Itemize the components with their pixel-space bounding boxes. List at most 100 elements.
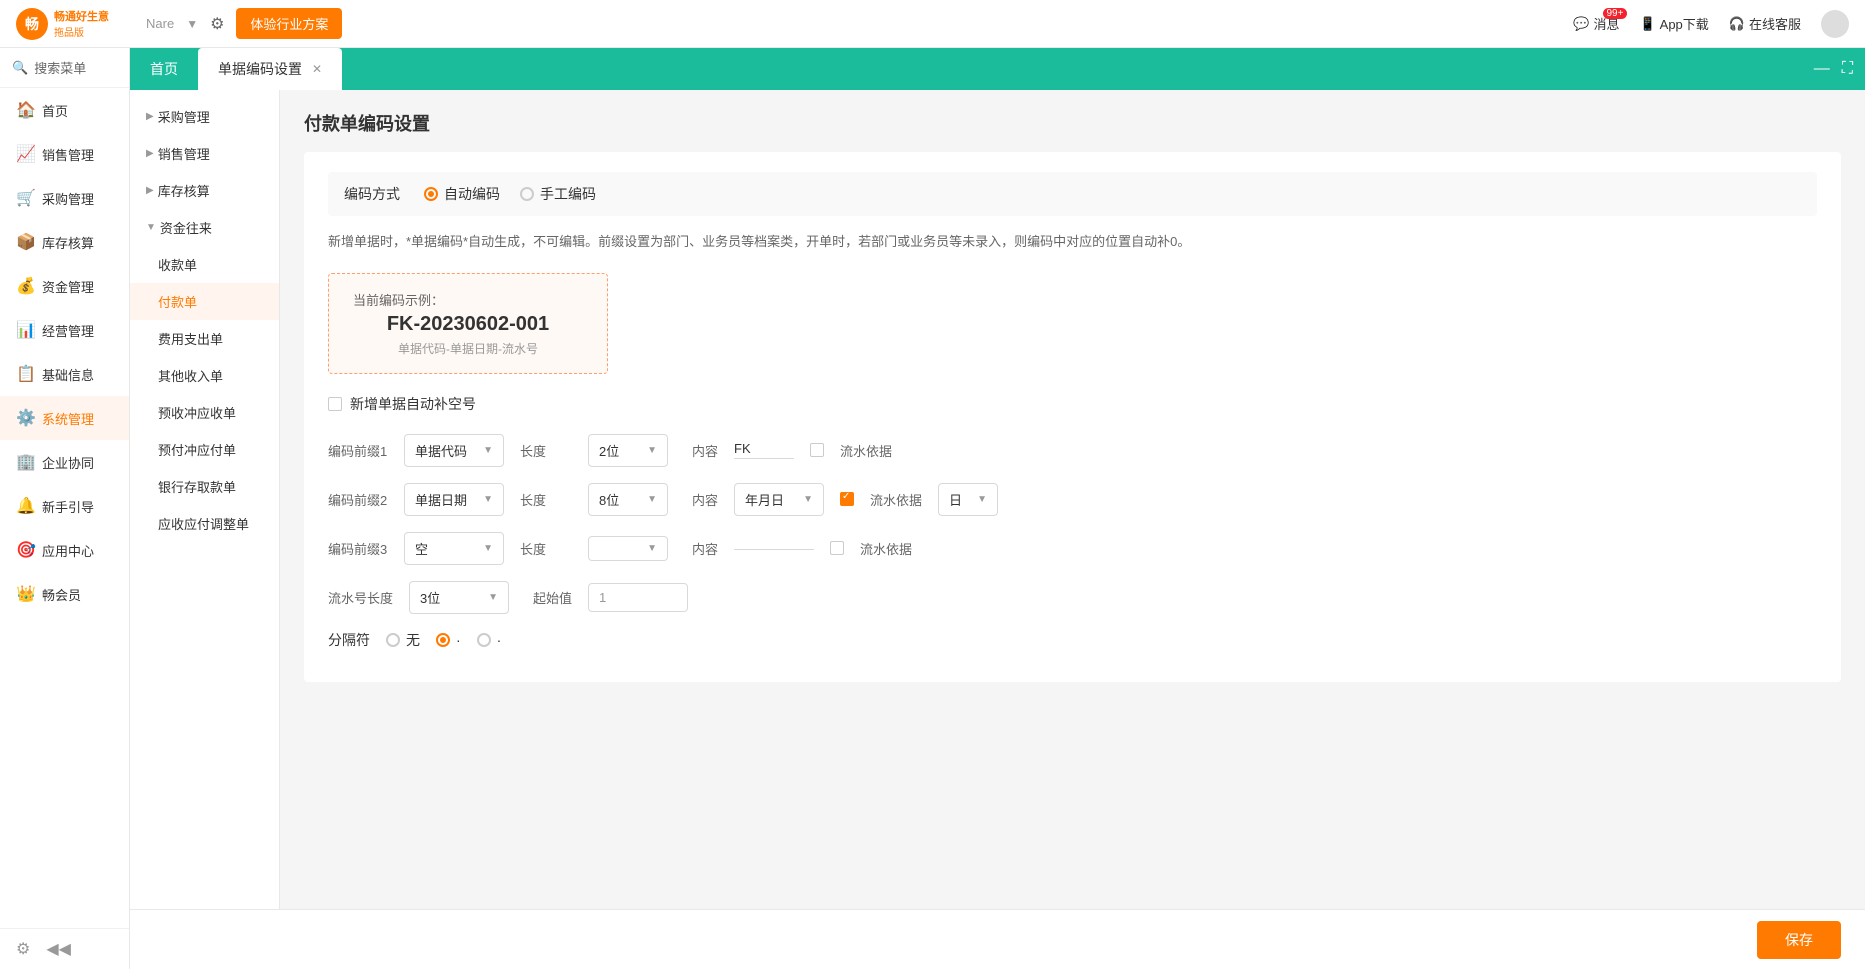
tab-close-icon[interactable]: ✕: [312, 62, 322, 76]
auto-fill-checkbox[interactable]: [328, 397, 342, 411]
serial-length-select[interactable]: 3位 ▼: [409, 581, 509, 614]
prefix3-serial-checkbox[interactable]: [830, 541, 844, 555]
sub-nav-ap-adjust[interactable]: 应收应付调整单: [130, 505, 279, 542]
sub-nav-ap-adjust-label: 应收应付调整单: [158, 517, 249, 532]
save-button[interactable]: 保存: [1757, 921, 1841, 959]
dropdown-arrow-icon[interactable]: ▼: [186, 17, 198, 31]
prefix3-length-chevron-icon: ▼: [647, 543, 657, 554]
sub-nav-receipt[interactable]: 收款单: [130, 246, 279, 283]
sidebar-item-enterprise-label: 企业协同: [42, 453, 94, 472]
prefix2-content-select[interactable]: 年月日 ▼: [734, 483, 824, 516]
sub-nav-purchase-label: 采购管理: [158, 107, 210, 126]
message-item[interactable]: 💬 消息 99+: [1573, 14, 1619, 33]
sub-nav-funds[interactable]: ▼ 资金往来: [130, 209, 279, 246]
app-download-label: App下载: [1660, 14, 1709, 33]
info-text: 新增单据时，*单据编码*自动生成，不可编辑。前缀设置为部门、业务员等档案类，开单…: [328, 232, 1817, 253]
prefix3-select[interactable]: 空 ▼: [404, 532, 504, 565]
online-service-label: 在线客服: [1749, 14, 1801, 33]
trial-button[interactable]: 体验行业方案: [236, 8, 342, 39]
header-gear-icon[interactable]: ⚙: [210, 14, 224, 34]
sub-nav-other-income[interactable]: 其他收入单: [130, 357, 279, 394]
guide-icon: 🔔: [16, 496, 34, 516]
prefix2-label: 编码前缀2: [328, 490, 388, 509]
separator-radio-group: 无 · ·: [386, 630, 501, 650]
sidebar-item-home[interactable]: 🏠 首页: [0, 88, 129, 132]
auto-encode-radio[interactable]: [424, 187, 438, 201]
sidebar-item-enterprise[interactable]: 🏢 企业协同: [0, 440, 129, 484]
main-layout: 🔍 搜索菜单 🏠 首页 📈 销售管理 🛒 采购管理 📦 库存核算 💰 资金管理 …: [0, 48, 1865, 969]
prefix1-select[interactable]: 单据代码 ▼: [404, 434, 504, 467]
sub-nav-bank-deposit[interactable]: 银行存取款单: [130, 468, 279, 505]
sidebar-item-operation-label: 经营管理: [42, 321, 94, 340]
sep-dot-option[interactable]: ·: [477, 632, 502, 648]
sidebar-item-app-center[interactable]: 🎯 应用中心: [0, 528, 129, 572]
user-avatar[interactable]: [1821, 10, 1849, 38]
sub-nav-payment[interactable]: 付款单: [130, 283, 279, 320]
logo-icon: 畅: [16, 8, 48, 40]
manual-encode-option[interactable]: 手工编码: [520, 184, 596, 204]
prefix2-serial-checkbox[interactable]: [840, 492, 854, 506]
prefix1-length-value: 2位: [599, 441, 619, 460]
app-download-item[interactable]: 📱 App下载: [1639, 14, 1708, 33]
sidebar-item-member[interactable]: 👑 畅会员: [0, 572, 129, 616]
sep-dash-label: ·: [456, 632, 461, 648]
sep-dot-radio[interactable]: [477, 633, 491, 647]
separator-label: 分隔符: [328, 630, 370, 650]
sidebar-item-basic-label: 基础信息: [42, 365, 94, 384]
auto-encode-option[interactable]: 自动编码: [424, 184, 500, 204]
sub-nav-purchase[interactable]: ▶ 采购管理: [130, 98, 279, 135]
sidebar-item-finance[interactable]: 💰 资金管理: [0, 264, 129, 308]
sep-dot-label: ·: [497, 632, 502, 648]
prefix3-chevron-down-icon: ▼: [483, 543, 493, 554]
sub-nav-advance-collect[interactable]: 预收冲应收单: [130, 394, 279, 431]
tab-home[interactable]: 首页: [130, 48, 198, 90]
prefix1-serial-checkbox[interactable]: [810, 443, 824, 457]
prefix1-row: 编码前缀1 单据代码 ▼ 长度 2位 ▼ 内容: [328, 434, 1817, 467]
sub-layout: ▶ 采购管理 ▶ 销售管理 ▶ 库存核算: [130, 90, 1865, 969]
sidebar-settings-icon[interactable]: ⚙: [16, 939, 30, 959]
sidebar-collapse-icon[interactable]: ◀◀: [46, 939, 71, 959]
sidebar-item-guide-label: 新手引导: [42, 497, 94, 516]
page-title: 付款单编码设置: [304, 110, 1841, 136]
sep-none-radio[interactable]: [386, 633, 400, 647]
sub-nav-sales[interactable]: ▶ 销售管理: [130, 135, 279, 172]
serial-length-chevron-icon: ▼: [488, 592, 498, 603]
sidebar-item-guide[interactable]: 🔔 新手引导: [0, 484, 129, 528]
tab-minimize-icon[interactable]: —: [1814, 60, 1830, 78]
encoding-method-label: 编码方式: [344, 184, 400, 204]
start-value-input[interactable]: [588, 583, 688, 612]
sep-none-option[interactable]: 无: [386, 630, 420, 650]
prefix2-select[interactable]: 单据日期 ▼: [404, 483, 504, 516]
prefix2-row: 编码前缀2 单据日期 ▼ 长度 8位 ▼ 内容: [328, 483, 1817, 516]
sidebar-item-system[interactable]: ⚙️ 系统管理: [0, 396, 129, 440]
sub-nav-bank-deposit-label: 银行存取款单: [158, 480, 236, 495]
sub-nav-expense[interactable]: 费用支出单: [130, 320, 279, 357]
prefix2-serial-day-select[interactable]: 日 ▼: [938, 483, 998, 516]
prefix3-length-select[interactable]: ▼: [588, 536, 668, 561]
sub-nav-inventory[interactable]: ▶ 库存核算: [130, 172, 279, 209]
tab-maximize-icon[interactable]: ⛶: [1842, 60, 1853, 78]
prefix2-length-value: 8位: [599, 490, 619, 509]
sidebar-item-purchase[interactable]: 🛒 采购管理: [0, 176, 129, 220]
tab-encoding[interactable]: 单据编码设置 ✕: [198, 48, 342, 90]
sidebar-item-app-center-label: 应用中心: [42, 541, 94, 560]
search-menu[interactable]: 🔍 搜索菜单: [0, 48, 129, 88]
sub-nav-advance-pay[interactable]: 预付冲应付单: [130, 431, 279, 468]
sidebar-item-sales[interactable]: 📈 销售管理: [0, 132, 129, 176]
prefix1-label: 编码前缀1: [328, 441, 388, 460]
manual-encode-radio[interactable]: [520, 187, 534, 201]
online-service-item[interactable]: 🎧 在线客服: [1729, 14, 1801, 33]
prefix2-length-select[interactable]: 8位 ▼: [588, 483, 668, 516]
prefix1-length-select[interactable]: 2位 ▼: [588, 434, 668, 467]
sub-nav-group-purchase: ▶ 采购管理: [130, 98, 279, 135]
sidebar-item-member-label: 畅会员: [42, 585, 81, 604]
sep-dash-radio[interactable]: [436, 633, 450, 647]
sidebar-item-inventory[interactable]: 📦 库存核算: [0, 220, 129, 264]
prefix2-chevron-down-icon: ▼: [483, 494, 493, 505]
sep-dash-option[interactable]: ·: [436, 632, 461, 648]
sidebar-item-operation[interactable]: 📊 经营管理: [0, 308, 129, 352]
member-icon: 👑: [16, 584, 34, 604]
sidebar-item-basic[interactable]: 📋 基础信息: [0, 352, 129, 396]
svg-text:畅: 畅: [25, 16, 39, 32]
tab-bar: 首页 单据编码设置 ✕ — ⛶: [130, 48, 1865, 90]
